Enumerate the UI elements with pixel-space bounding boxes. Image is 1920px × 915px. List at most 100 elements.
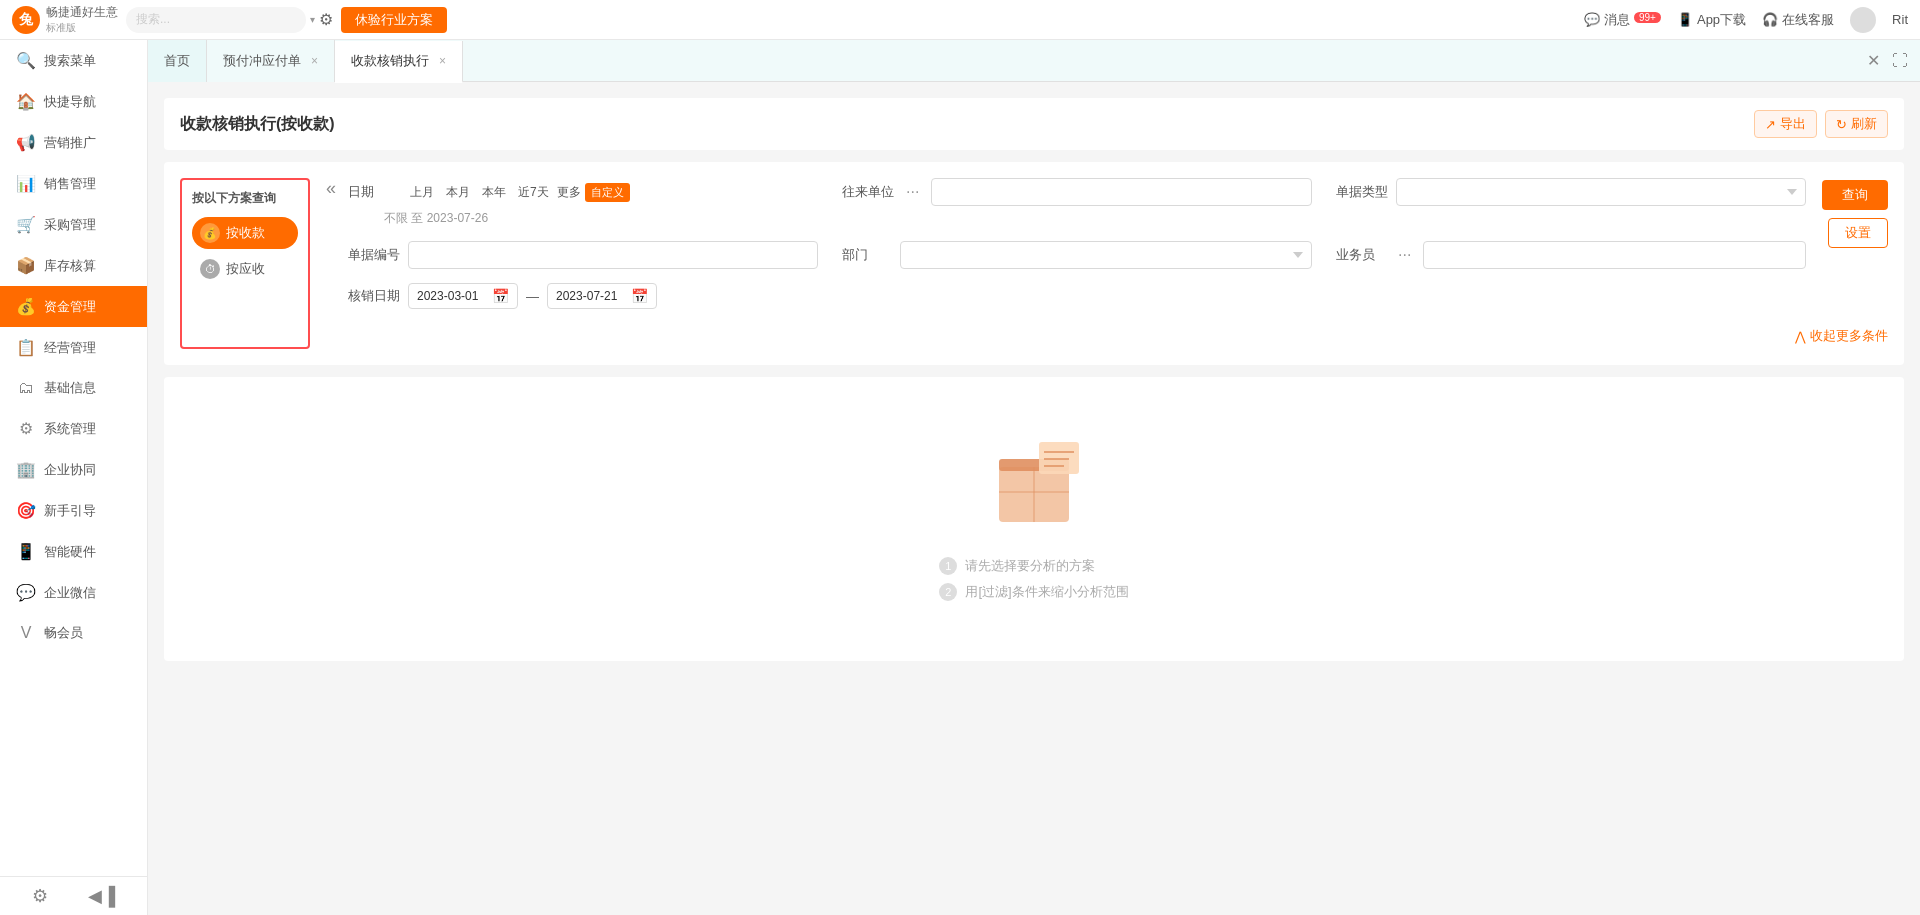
- tab-prepay-offset[interactable]: 预付冲应付单 ×: [207, 40, 335, 82]
- filter-main: 日期 上月 本月 本年 近7天 更多 自定义: [348, 178, 1888, 349]
- sidebar-item-sales[interactable]: 📊 销售管理: [0, 163, 147, 204]
- sidebar-item-basic-info[interactable]: 🗂 基础信息: [0, 368, 147, 408]
- sidebar-label: 新手引导: [44, 502, 96, 520]
- inventory-icon: 📦: [16, 256, 36, 275]
- filter-option-by-receipt[interactable]: 💰 按收款: [192, 217, 298, 249]
- counterpart-input[interactable]: [931, 178, 1312, 206]
- date-shortcut-last-month[interactable]: 上月: [406, 182, 438, 203]
- sidebar-item-purchase[interactable]: 🛒 采购管理: [0, 204, 147, 245]
- empty-hint-2: 2 用[过滤]条件来缩小分析范围: [939, 583, 1128, 601]
- sidebar-item-guide[interactable]: 🎯 新手引导: [0, 490, 147, 531]
- doctype-label: 单据类型: [1336, 183, 1388, 201]
- tab-prepay-close[interactable]: ×: [311, 54, 318, 68]
- sidebar-label: 企业微信: [44, 584, 96, 602]
- sidebar-item-inventory[interactable]: 📦 库存核算: [0, 245, 147, 286]
- export-button[interactable]: ↗ 导出: [1754, 110, 1817, 138]
- sidebar-item-member[interactable]: V 畅会员: [0, 613, 147, 653]
- verify-date-end-input[interactable]: 2023-07-21 📅: [547, 283, 657, 309]
- close-tab-icon[interactable]: ✕: [1863, 47, 1884, 74]
- date-separator: —: [526, 289, 539, 304]
- brand: 兔 畅捷通好生意 标准版: [12, 4, 118, 35]
- dept-label: 部门: [842, 246, 892, 264]
- date-shortcut-more[interactable]: 更多: [557, 184, 581, 201]
- collapse-filter-icon[interactable]: «: [326, 178, 336, 349]
- gear-icon[interactable]: ⚙: [319, 10, 333, 29]
- sidebar-item-enterprise[interactable]: 🏢 企业协同: [0, 449, 147, 490]
- filter-field-docno: 单据编号: [348, 241, 818, 269]
- docno-input[interactable]: [408, 241, 818, 269]
- sidebar-label: 基础信息: [44, 379, 96, 397]
- empty-hint-1: 1 请先选择要分析的方案: [939, 557, 1128, 575]
- date-shortcut-this-month[interactable]: 本月: [442, 182, 474, 203]
- brand-info: 畅捷通好生意 标准版: [46, 4, 118, 35]
- online-service-btn[interactable]: 🎧 在线客服: [1762, 11, 1834, 29]
- tabbar-actions: ✕ ⛶: [1863, 47, 1920, 74]
- staff-input[interactable]: [1423, 241, 1806, 269]
- sidebar-label: 采购管理: [44, 216, 96, 234]
- collapse-more-btn[interactable]: ⋀ 收起更多条件: [348, 323, 1888, 349]
- filter-row-docno: 单据编号 部门 业务员 ···: [348, 241, 1806, 269]
- staff-label: 业务员: [1336, 246, 1386, 264]
- basic-info-icon: 🗂: [16, 379, 36, 397]
- refresh-button[interactable]: ↻ 刷新: [1825, 110, 1888, 138]
- doctype-select[interactable]: [1396, 178, 1806, 206]
- tab-collect-offset[interactable]: 收款核销执行 ×: [335, 41, 463, 83]
- message-btn[interactable]: 💬 消息 99+: [1584, 11, 1661, 29]
- sidebar-label: 库存核算: [44, 257, 96, 275]
- topbar-right: 💬 消息 99+ 📱 App下载 🎧 在线客服 Rit: [1584, 7, 1908, 33]
- refresh-label: 刷新: [1851, 115, 1877, 133]
- page-title: 收款核销执行(按收款): [180, 114, 335, 135]
- settings-button[interactable]: 设置: [1828, 218, 1888, 248]
- sidebar-item-operations[interactable]: 📋 经营管理: [0, 327, 147, 368]
- collapse-sidebar-icon[interactable]: ◀▐: [88, 885, 115, 907]
- counterpart-dots: ···: [902, 183, 923, 201]
- date-shortcut-7days[interactable]: 近7天: [514, 182, 553, 203]
- sidebar-item-wechat[interactable]: 💬 企业微信: [0, 572, 147, 613]
- query-button[interactable]: 查询: [1822, 180, 1888, 210]
- sidebar: 🔍 搜索菜单 🏠 快捷导航 📢 营销推广 📊 销售管理 🛒 采购管理 📦 库存核…: [0, 40, 148, 915]
- sidebar-item-system[interactable]: ⚙ 系统管理: [0, 408, 147, 449]
- date-shortcut-this-year[interactable]: 本年: [478, 182, 510, 203]
- filter-field-staff: 业务员 ···: [1336, 241, 1806, 269]
- verify-date-start-value: 2023-03-01: [417, 289, 478, 303]
- dept-select[interactable]: [900, 241, 1312, 269]
- expand-tab-icon[interactable]: ⛶: [1888, 48, 1912, 74]
- sidebar-label: 经营管理: [44, 339, 96, 357]
- filter-option-label: 按应收: [226, 260, 265, 278]
- tab-home[interactable]: 首页: [148, 40, 207, 82]
- avatar: [1850, 7, 1876, 33]
- empty-illustration: [984, 437, 1084, 537]
- topbar: 兔 畅捷通好生意 标准版 搜索... ▾ ⚙ 休验行业方案 💬 消息 99+ 📱…: [0, 0, 1920, 40]
- empty-hint-2-text: 用[过滤]条件来缩小分析范围: [965, 583, 1128, 601]
- sidebar-item-quick-nav[interactable]: 🏠 快捷导航: [0, 81, 147, 122]
- sidebar-label: 资金管理: [44, 298, 96, 316]
- sidebar-item-finance[interactable]: 💰 资金管理: [0, 286, 147, 327]
- finance-icon: 💰: [16, 297, 36, 316]
- search-input[interactable]: 搜索...: [126, 7, 306, 33]
- purchase-icon: 🛒: [16, 215, 36, 234]
- verify-date-start-input[interactable]: 2023-03-01 📅: [408, 283, 518, 309]
- empty-hint-1-text: 请先选择要分析的方案: [965, 557, 1095, 575]
- filter-field-dept: 部门: [842, 241, 1312, 269]
- filter-option-by-receivable[interactable]: ⏱ 按应收: [192, 253, 298, 285]
- sidebar-item-smart-hw[interactable]: 📱 智能硬件: [0, 531, 147, 572]
- date-label: 日期: [348, 183, 398, 201]
- sidebar-item-marketing[interactable]: 📢 营销推广: [0, 122, 147, 163]
- staff-dots: ···: [1394, 246, 1415, 264]
- settings-bottom-icon[interactable]: ⚙: [32, 885, 48, 907]
- receipt-icon: 💰: [200, 223, 220, 243]
- industry-btn[interactable]: 休验行业方案: [341, 7, 447, 33]
- tab-collect-close[interactable]: ×: [439, 54, 446, 68]
- sidebar-label: 系统管理: [44, 420, 96, 438]
- topbar-left: 兔 畅捷通好生意 标准版 搜索... ▾ ⚙ 休验行业方案: [12, 4, 447, 35]
- svg-rect-4: [1039, 442, 1079, 474]
- sidebar-item-search-menu[interactable]: 🔍 搜索菜单: [0, 40, 147, 81]
- app-download-btn[interactable]: 📱 App下载: [1677, 11, 1746, 29]
- sidebar-label: 智能硬件: [44, 543, 96, 561]
- filter-sidebar-title: 按以下方案查询: [192, 190, 298, 207]
- filter-actions: 查询 设置: [1822, 178, 1888, 248]
- counterpart-label: 往来单位: [842, 183, 894, 201]
- filter-row-date: 日期 上月 本月 本年 近7天 更多 自定义: [348, 178, 1806, 206]
- sidebar-label: 搜索菜单: [44, 52, 96, 70]
- date-shortcut-custom[interactable]: 自定义: [585, 183, 630, 202]
